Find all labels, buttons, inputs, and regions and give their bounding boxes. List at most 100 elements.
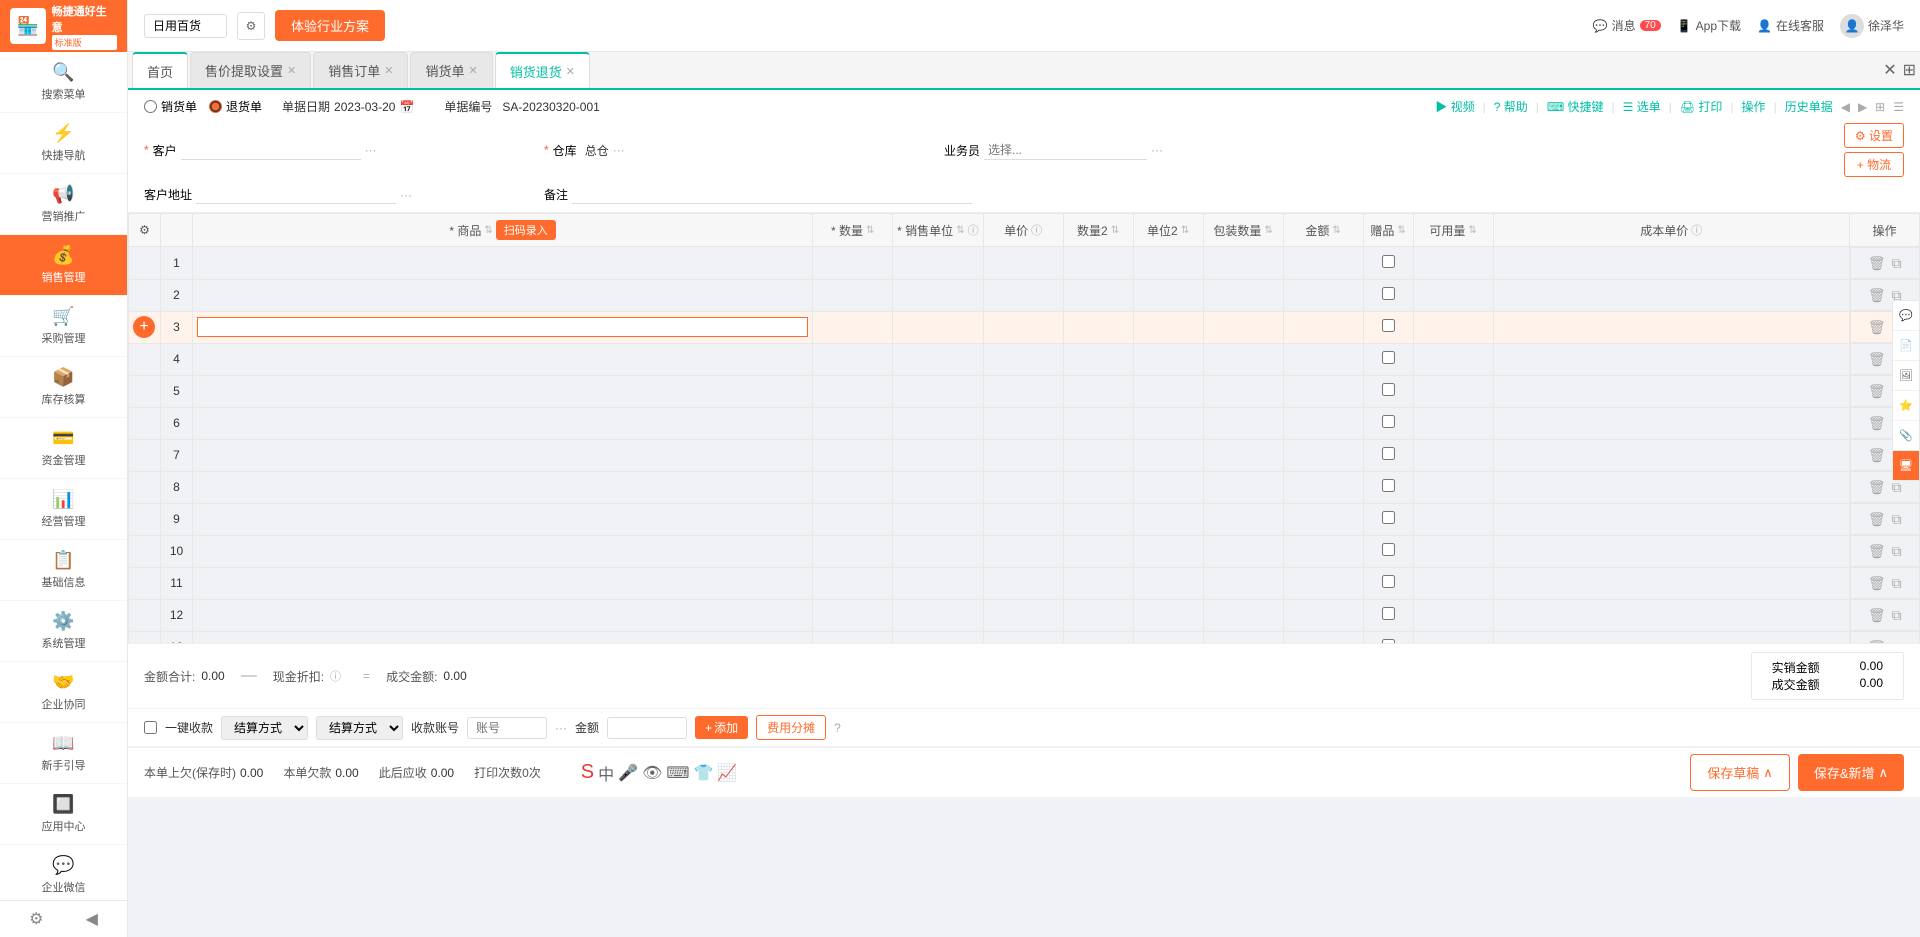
gift-checkbox-3[interactable] [1382, 319, 1395, 332]
sidebar-item-search[interactable]: 🔍 搜索菜单 [0, 52, 127, 113]
float-tool-star[interactable]: ⭐ [1893, 391, 1919, 421]
gift-checkbox-2[interactable] [1382, 287, 1395, 300]
sidebar-item-inventory[interactable]: 📦 库存核算 [0, 357, 127, 418]
note-input[interactable] [572, 185, 972, 204]
expand-tabs[interactable]: ⊞ [1903, 60, 1916, 80]
account-dots[interactable]: ··· [555, 721, 567, 735]
tab-price-close[interactable]: ✕ [287, 64, 296, 77]
settings-button[interactable]: ⚙ [237, 12, 265, 40]
gift-checkbox-12[interactable] [1382, 607, 1395, 620]
gift-checkbox-1[interactable] [1382, 255, 1395, 268]
copy-row-8[interactable]: ⧉ [1892, 479, 1902, 496]
th-gear[interactable]: ⚙ [129, 214, 161, 247]
print-link[interactable]: 🖨 打印 [1680, 98, 1723, 115]
sort-product-icon[interactable]: ⇅ [484, 225, 492, 236]
copy-row-1[interactable]: ⧉ [1892, 255, 1902, 272]
set-button[interactable]: ⚙ 设置 [1844, 123, 1904, 148]
history-link[interactable]: 历史单据 [1785, 98, 1833, 115]
sidebar-item-guide[interactable]: 📖 新手引导 [0, 723, 127, 784]
save-new-button[interactable]: 保存&新增 ∧ [1798, 754, 1904, 791]
delete-row-6[interactable]: 🗑 [1868, 415, 1886, 432]
sidebar-item-basic[interactable]: 📋 基础信息 [0, 540, 127, 601]
prev-record[interactable]: ◀ [1841, 100, 1850, 114]
category-selector[interactable]: 日用百货 [144, 14, 227, 38]
save-draft-button[interactable]: 保存草稿 ∧ [1690, 754, 1790, 791]
radio-return-slip[interactable]: 退货单 [209, 98, 262, 115]
float-tool-screen[interactable]: 🖥 [1893, 451, 1919, 480]
sort-avail-icon[interactable]: ⇅ [1468, 225, 1476, 236]
copy-row-11[interactable]: ⧉ [1892, 575, 1902, 592]
delete-row-8[interactable]: 🗑 [1868, 479, 1886, 496]
user-menu[interactable]: 👤 徐泽华 [1840, 14, 1904, 38]
shortcut-link[interactable]: ⌨ 快捷键 [1547, 98, 1604, 115]
online-service-button[interactable]: 👤 在线客服 [1757, 17, 1824, 34]
grid-view-icon[interactable]: ⊞ [1875, 100, 1885, 114]
sidebar-item-wechat[interactable]: 💬 企业微信 [0, 845, 127, 900]
app-download-button[interactable]: 📱 App下载 [1677, 17, 1741, 34]
delete-row-5[interactable]: 🗑 [1868, 383, 1886, 400]
gift-checkbox-7[interactable] [1382, 447, 1395, 460]
delete-row-1[interactable]: 🗑 [1868, 255, 1886, 272]
sort-amount-icon[interactable]: ⇅ [1332, 225, 1340, 236]
address-input[interactable] [196, 185, 396, 204]
delete-row-4[interactable]: 🗑 [1868, 351, 1886, 368]
sidebar-item-sales[interactable]: 💰 销售管理 [0, 235, 127, 296]
delete-row-7[interactable]: 🗑 [1868, 447, 1886, 464]
float-tool-img[interactable]: 🖼 [1893, 361, 1919, 391]
address-dots[interactable]: ··· [400, 188, 412, 202]
sidebar-item-marketing[interactable]: 📢 营销推广 [0, 174, 127, 235]
scan-button[interactable]: 扫码录入 [496, 220, 556, 240]
one-click-checkbox[interactable] [144, 721, 157, 734]
amount-payment-input[interactable] [607, 717, 687, 739]
gift-checkbox-8[interactable] [1382, 479, 1395, 492]
customer-input[interactable] [181, 141, 361, 160]
video-link[interactable]: ▶ 视频 [1435, 98, 1474, 115]
gift-checkbox-4[interactable] [1382, 351, 1395, 364]
sort-qty2-icon[interactable]: ⇅ [1111, 225, 1119, 236]
fee-help-icon[interactable]: ? [834, 721, 841, 735]
sidebar-item-finance[interactable]: 💳 资金管理 [0, 418, 127, 479]
copy-row-9[interactable]: ⧉ [1892, 511, 1902, 528]
cost-info-icon[interactable]: ⓘ [1691, 222, 1702, 238]
sales-slip-radio[interactable] [144, 100, 157, 113]
sidebar-item-purchase[interactable]: 🛒 采购管理 [0, 296, 127, 357]
operate-link[interactable]: 操作 [1742, 98, 1766, 115]
fee-split-button[interactable]: 费用分摊 [756, 715, 826, 740]
sidebar-item-enterprise[interactable]: 🤝 企业协同 [0, 662, 127, 723]
account-input[interactable] [467, 717, 547, 739]
sort-qty-icon[interactable]: ⇅ [866, 225, 874, 236]
sidebar-item-system[interactable]: ⚙️ 系统管理 [0, 601, 127, 662]
close-all-tabs[interactable]: ✕ [1883, 60, 1896, 80]
message-button[interactable]: 💬 消息 70 [1593, 17, 1661, 34]
customer-dots[interactable]: ··· [365, 143, 377, 157]
sidebar-item-shortcut[interactable]: ⚡ 快捷导航 [0, 113, 127, 174]
delete-row-11[interactable]: 🗑 [1868, 575, 1886, 592]
float-tool-doc[interactable]: 📄 [1893, 331, 1919, 361]
select-link[interactable]: ☰ 选单 [1623, 98, 1661, 115]
sort-unit-icon[interactable]: ⇅ [956, 225, 964, 236]
tab-sales-order-close[interactable]: ✕ [384, 64, 393, 77]
staff-dots[interactable]: ··· [1151, 143, 1163, 157]
sidebar-item-apps[interactable]: 🔲 应用中心 [0, 784, 127, 845]
copy-row-10[interactable]: ⧉ [1892, 543, 1902, 560]
delete-row-12[interactable]: 🗑 [1868, 607, 1886, 624]
tab-sales-return-close[interactable]: ✕ [566, 65, 575, 78]
tab-sales-order[interactable]: 销售订单 ✕ [313, 52, 408, 88]
sort-gift-icon[interactable]: ⇅ [1397, 225, 1405, 236]
gift-checkbox-9[interactable] [1382, 511, 1395, 524]
tab-sales-out-close[interactable]: ✕ [469, 64, 478, 77]
help-link[interactable]: ? 帮助 [1494, 98, 1528, 115]
settings-footer-button[interactable]: ⚙ [29, 909, 43, 929]
calendar-icon[interactable]: 📅 [399, 100, 414, 114]
staff-input[interactable] [984, 141, 1147, 160]
delete-row-9[interactable]: 🗑 [1868, 511, 1886, 528]
tab-home[interactable]: 首页 [132, 52, 188, 88]
add-logistics-button[interactable]: + 物流 [1844, 152, 1904, 177]
unit-info-icon[interactable]: ⓘ [968, 222, 979, 238]
radio-sales-slip[interactable]: 销货单 [144, 98, 197, 115]
copy-row-12[interactable]: ⧉ [1892, 607, 1902, 624]
gift-checkbox-6[interactable] [1382, 415, 1395, 428]
gift-checkbox-10[interactable] [1382, 543, 1395, 556]
float-tool-msg[interactable]: 💬 [1893, 301, 1919, 331]
discount-help-icon[interactable]: ⓘ [330, 668, 341, 684]
